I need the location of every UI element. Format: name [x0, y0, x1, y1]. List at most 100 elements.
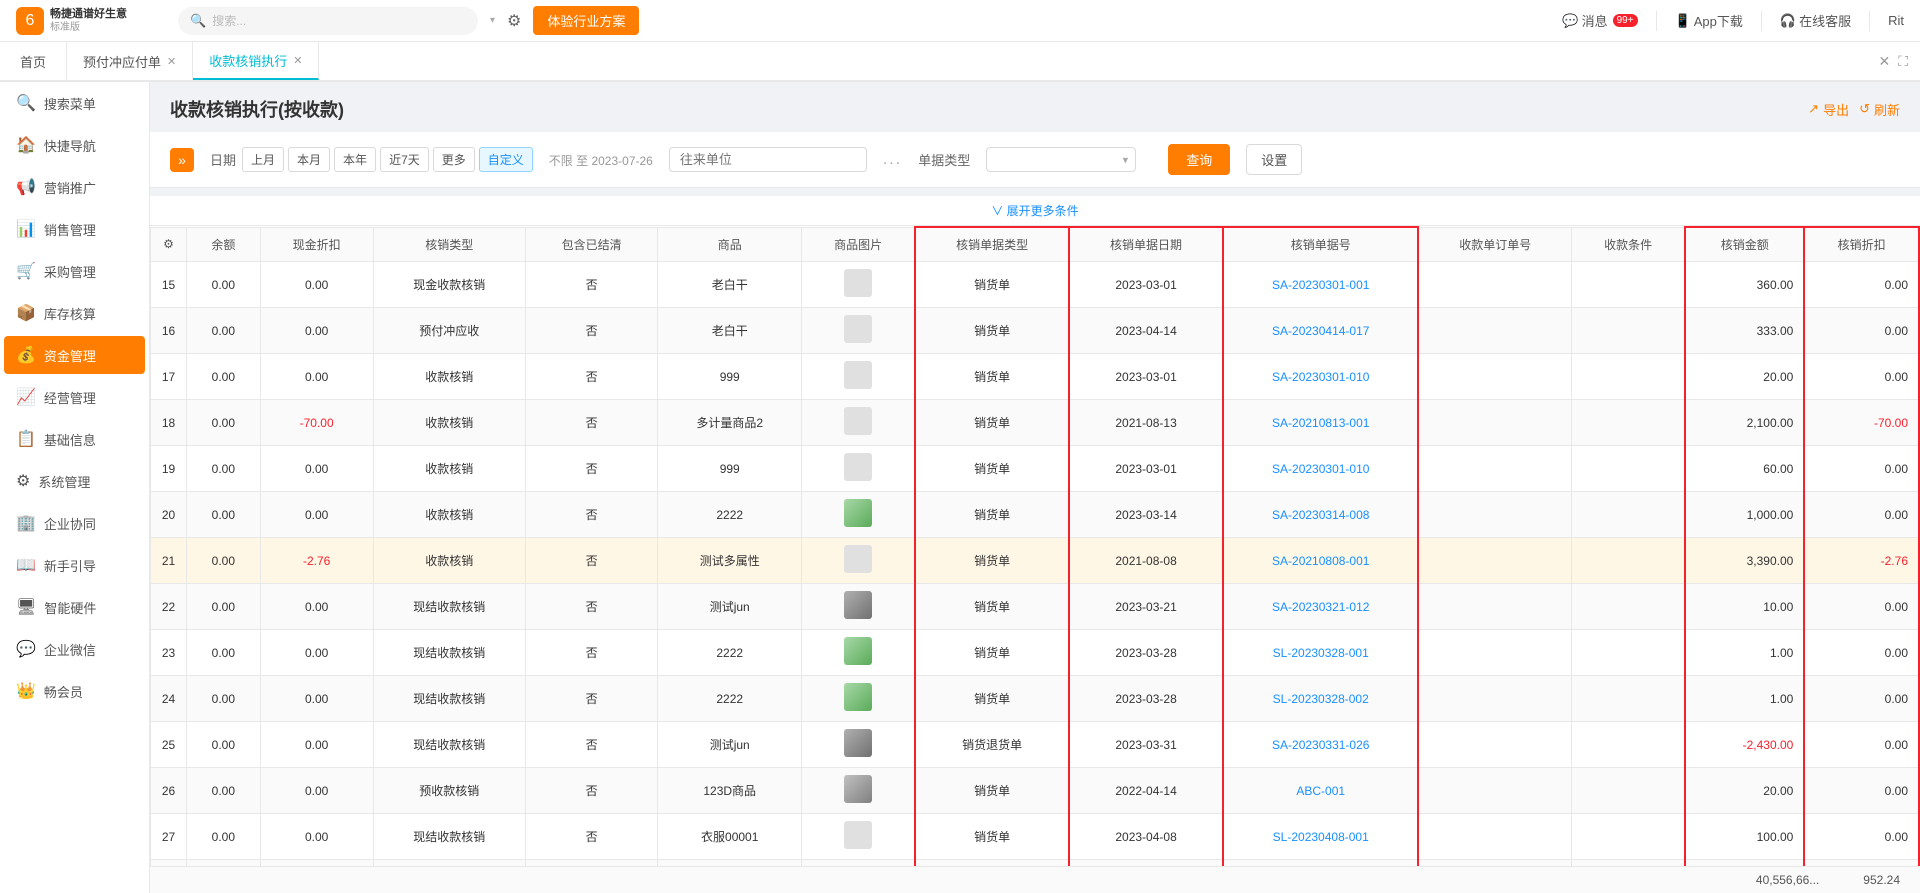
- filter-expand-arrow[interactable]: »: [170, 148, 194, 172]
- balance-cell: 0.00: [187, 768, 261, 814]
- verify-bill-type-cell: 销货单: [915, 814, 1069, 860]
- table-row: 170.000.00收款核销否999销货单2023-03-01SA-202303…: [151, 354, 1920, 400]
- verify-bill-no-link[interactable]: SA-20230321-012: [1272, 600, 1369, 614]
- col-receipt-condition: 收款条件: [1572, 227, 1686, 262]
- verify-bill-no-link[interactable]: SL-20230408-001: [1273, 830, 1369, 844]
- tab-prepay-close-icon[interactable]: ✕: [167, 55, 176, 68]
- search-bar[interactable]: 🔍 搜索...: [178, 7, 478, 35]
- include-settled-cell: 否: [525, 630, 658, 676]
- verify-amount-cell: 10.00: [1685, 584, 1804, 630]
- verify-bill-no-link[interactable]: SA-20230301-010: [1272, 462, 1369, 476]
- dropdown-arrow-icon[interactable]: ▾: [490, 15, 495, 26]
- export-button[interactable]: ↗ 导出: [1808, 100, 1849, 119]
- sidebar-item-finance[interactable]: 💰 资金管理: [4, 336, 145, 374]
- verify-bill-no-link[interactable]: SA-20230301-010: [1272, 370, 1369, 384]
- partner-input[interactable]: [669, 147, 867, 172]
- tab-home[interactable]: 首页: [0, 42, 67, 80]
- verify-type-cell: 现结收款核销: [373, 584, 525, 630]
- table-container[interactable]: ⚙ 余额 现金折扣 核销类型 包含已结清 商品 商品图片 核销单据类型 核销单据…: [150, 226, 1920, 866]
- sidebar-item-member[interactable]: 👑 畅会员: [0, 670, 149, 712]
- verify-bill-no-link[interactable]: SL-20230328-001: [1273, 646, 1369, 660]
- verify-bill-no-cell: SA-20210813-001: [1223, 400, 1418, 446]
- include-settled-cell: 否: [525, 262, 658, 308]
- tab-receipts[interactable]: 收款核销执行 ✕: [193, 42, 319, 80]
- cash-discount-cell: 0.00: [260, 584, 373, 630]
- sidebar-item-quick-nav[interactable]: 🏠 快捷导航: [0, 124, 149, 166]
- col-verify-bill-type: 核销单据类型: [915, 227, 1069, 262]
- tab-prepay[interactable]: 预付冲应付单 ✕: [67, 42, 193, 80]
- system-icon: ⚙: [16, 471, 30, 491]
- tab-receipts-close-icon[interactable]: ✕: [293, 54, 302, 67]
- more-date-btn[interactable]: 更多: [433, 147, 475, 172]
- gear-icon[interactable]: ⚙: [507, 11, 521, 31]
- last-7-days-btn[interactable]: 近7天: [380, 147, 429, 172]
- online-service-link[interactable]: 🎧 在线客服: [1780, 11, 1851, 30]
- filter-dots: ...: [883, 151, 902, 169]
- sidebar: 🔍 搜索菜单 🏠 快捷导航 📢 营销推广 📊 销售管理 🛒 采购管理 📦 库存核…: [0, 82, 150, 893]
- verify-discount-cell: 0.00: [1804, 492, 1919, 538]
- sidebar-item-purchase[interactable]: 🛒 采购管理: [0, 250, 149, 292]
- verify-bill-no-link[interactable]: SA-20230314-008: [1272, 508, 1369, 522]
- expand-conditions-bar[interactable]: ∨ 展开更多条件: [150, 196, 1920, 226]
- sidebar-item-search[interactable]: 🔍 搜索菜单: [0, 82, 149, 124]
- tab-close-all-icon[interactable]: ✕: [1878, 53, 1890, 70]
- verify-discount-cell: 0.00: [1804, 446, 1919, 492]
- verify-bill-no-link[interactable]: SA-20230331-026: [1272, 738, 1369, 752]
- sidebar-item-smart-hw[interactable]: 🖥 智能硬件: [0, 586, 149, 628]
- verify-bill-no-link[interactable]: SA-20230301-001: [1272, 278, 1369, 292]
- receipt-order-no-cell: [1418, 538, 1571, 584]
- export-icon: ↗: [1808, 101, 1819, 117]
- verify-bill-no-link[interactable]: ABC-001: [1296, 784, 1345, 798]
- balance-cell: 0.00: [187, 354, 261, 400]
- query-button[interactable]: 查询: [1168, 144, 1230, 175]
- sidebar-item-operation[interactable]: 📈 经营管理: [0, 376, 149, 418]
- sidebar-item-inventory[interactable]: 📦 库存核算: [0, 292, 149, 334]
- message-area[interactable]: 💬 消息 99+: [1562, 11, 1637, 30]
- col-goods: 商品: [658, 227, 802, 262]
- sidebar-item-marketing[interactable]: 📢 营销推广: [0, 166, 149, 208]
- settings-button[interactable]: 设置: [1246, 144, 1302, 175]
- user-label[interactable]: Rit: [1888, 13, 1904, 28]
- verify-type-cell: 收款核销: [373, 446, 525, 492]
- refresh-button[interactable]: ↺ 刷新: [1859, 100, 1900, 119]
- finance-icon: 💰: [16, 345, 36, 365]
- goods-image-cell: [801, 814, 915, 860]
- receipt-type-select[interactable]: [986, 147, 1136, 172]
- verify-bill-no-link[interactable]: SA-20230414-017: [1272, 324, 1369, 338]
- verify-bill-date-cell: 2022-04-14: [1069, 768, 1223, 814]
- include-settled-cell: 否: [525, 354, 658, 400]
- sidebar-item-enterprise[interactable]: 🏢 企业协同: [0, 502, 149, 544]
- message-badge: 99+: [1613, 14, 1638, 27]
- verify-bill-no-link[interactable]: SA-20210813-001: [1272, 416, 1369, 430]
- verify-amount-cell: 333.00: [1685, 308, 1804, 354]
- verify-bill-date-cell: 2023-03-01: [1069, 354, 1223, 400]
- this-month-btn[interactable]: 本月: [288, 147, 330, 172]
- balance-cell: 0.00: [187, 630, 261, 676]
- goods-cell: 多计量商品2: [658, 400, 802, 446]
- receipt-type-select-wrapper: [986, 147, 1136, 172]
- sidebar-item-sales[interactable]: 📊 销售管理: [0, 208, 149, 250]
- tab-fullscreen-icon[interactable]: ⛶: [1898, 53, 1908, 70]
- sidebar-item-guide[interactable]: 📖 新手引导: [0, 544, 149, 586]
- verify-bill-no-link[interactable]: SA-20210808-001: [1272, 554, 1369, 568]
- verify-discount-cell: 0.00: [1804, 584, 1919, 630]
- last-month-btn[interactable]: 上月: [242, 147, 284, 172]
- industry-solution-button[interactable]: 体验行业方案: [533, 6, 639, 35]
- purchase-icon: 🛒: [16, 261, 36, 281]
- sidebar-item-base-info[interactable]: 📋 基础信息: [0, 418, 149, 460]
- verify-discount-cell: 0.00: [1804, 722, 1919, 768]
- verify-bill-date-cell: 2023-03-01: [1069, 262, 1223, 308]
- verify-discount-cell: 0.00: [1804, 676, 1919, 722]
- date-quick-btns: 上月 本月 本年 近7天 更多 自定义: [242, 147, 533, 172]
- app-download-link[interactable]: 📱 App下载: [1675, 11, 1743, 30]
- verify-discount-cell: 0.00: [1804, 308, 1919, 354]
- include-settled-cell: 否: [525, 400, 658, 446]
- sidebar-item-wechat[interactable]: 💬 企业微信: [0, 628, 149, 670]
- this-year-btn[interactable]: 本年: [334, 147, 376, 172]
- row-number: 15: [151, 262, 187, 308]
- verify-bill-no-link[interactable]: SL-20230328-002: [1273, 692, 1369, 706]
- divider2: [1761, 11, 1762, 31]
- custom-date-btn[interactable]: 自定义: [479, 147, 533, 172]
- sidebar-item-system[interactable]: ⚙ 系统管理: [0, 460, 149, 502]
- col-gear[interactable]: ⚙: [151, 227, 187, 262]
